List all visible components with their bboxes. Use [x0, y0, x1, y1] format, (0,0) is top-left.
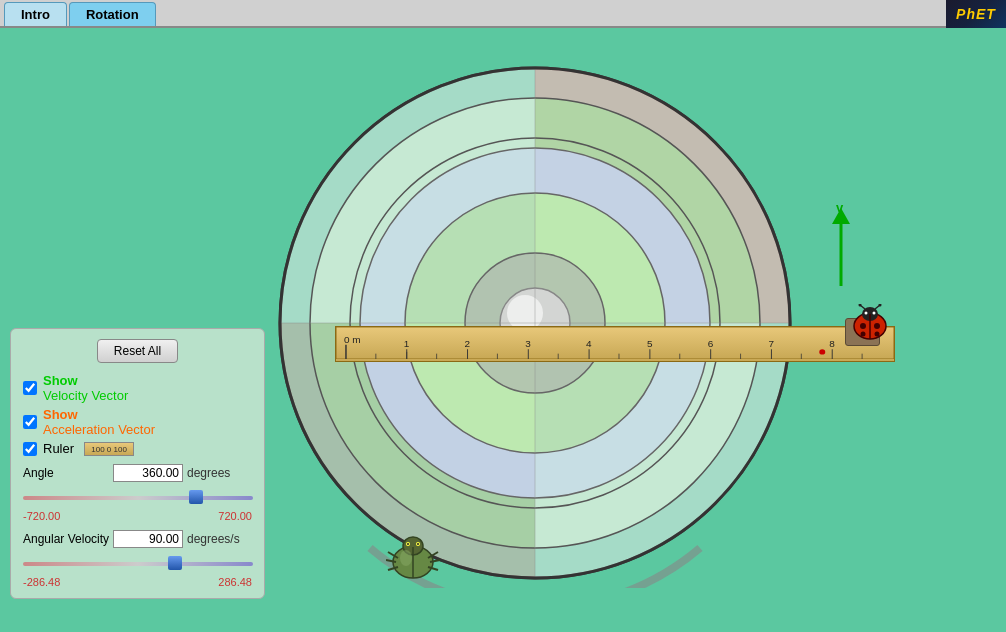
svg-point-57: [873, 312, 876, 315]
tab-rotation-label: Rotation: [86, 7, 139, 22]
sim-area: v 0 m 1 2 3 4 5 6: [0, 28, 1006, 632]
svg-text:7: 7: [768, 338, 774, 348]
velocity-label: v: [836, 200, 843, 215]
angle-max-label: 720.00: [218, 510, 252, 522]
angular-velocity-slider-thumb[interactable]: [168, 556, 182, 570]
angle-input[interactable]: 360.00: [113, 464, 183, 482]
tab-bar: Intro Rotation: [0, 0, 1006, 28]
ruler-row: Ruler 100 0 100: [23, 441, 252, 456]
ruler-icon: 100 0 100: [84, 442, 134, 456]
ruler-checkbox[interactable]: [23, 442, 37, 456]
svg-text:8: 8: [829, 338, 835, 348]
acceleration-vector-row: Show Acceleration Vector: [23, 407, 252, 437]
svg-point-75: [407, 543, 409, 545]
ladybug[interactable]: [850, 304, 890, 342]
tab-intro[interactable]: Intro: [4, 2, 67, 26]
svg-text:5: 5: [647, 338, 653, 348]
acceleration-vector-checkbox[interactable]: [23, 415, 37, 429]
angular-velocity-label: Angular Velocity: [23, 532, 113, 546]
angle-label: Angle: [23, 466, 113, 480]
velocity-vector-label: Velocity Vector: [43, 388, 128, 403]
beetle[interactable]: [386, 532, 441, 582]
angle-slider-thumb[interactable]: [189, 490, 203, 504]
svg-text:4: 4: [586, 338, 592, 348]
svg-point-52: [860, 323, 866, 329]
ruler-label: Ruler: [43, 441, 74, 456]
angle-min-label: -720.00: [23, 510, 60, 522]
control-panel: Reset All Show Velocity Vector Show Acce…: [10, 328, 265, 599]
angle-unit: degrees: [187, 466, 230, 480]
angular-velocity-slider-track: [23, 562, 253, 566]
svg-text:0 m: 0 m: [344, 335, 361, 345]
angle-row: Angle 360.00 degrees: [23, 464, 252, 482]
ruler[interactable]: 0 m 1 2 3 4 5 6 7 8: [335, 326, 895, 362]
angle-slider-container: [23, 488, 253, 508]
svg-point-77: [400, 550, 412, 566]
velocity-show-label: Show: [43, 373, 128, 388]
svg-text:6: 6: [708, 338, 714, 348]
av-min-label: -286.48: [23, 576, 60, 588]
svg-point-54: [861, 332, 866, 337]
svg-point-55: [875, 332, 880, 337]
svg-point-47: [819, 349, 825, 354]
acceleration-vector-label: Acceleration Vector: [43, 422, 155, 437]
phet-logo: PhET: [946, 0, 1006, 28]
velocity-vector-row: Show Velocity Vector: [23, 373, 252, 403]
angular-velocity-slider-container: [23, 554, 253, 574]
av-max-label: 286.48: [218, 576, 252, 588]
svg-rect-18: [336, 327, 894, 359]
angular-velocity-input[interactable]: 90.00: [113, 530, 183, 548]
angle-slider-labels: -720.00 720.00: [23, 510, 252, 522]
tab-rotation[interactable]: Rotation: [69, 2, 156, 26]
rotation-disc: [270, 58, 800, 588]
svg-text:2: 2: [465, 338, 471, 348]
svg-point-53: [874, 323, 880, 329]
angular-velocity-unit: degrees/s: [187, 532, 240, 546]
tab-intro-label: Intro: [21, 7, 50, 22]
angular-velocity-row: Angular Velocity 90.00 degrees/s: [23, 530, 252, 548]
svg-point-56: [865, 312, 868, 315]
velocity-arrow: [826, 206, 856, 296]
angle-slider-track: [23, 496, 253, 500]
av-slider-labels: -286.48 286.48: [23, 576, 252, 588]
reset-all-button[interactable]: Reset All: [97, 339, 178, 363]
acceleration-show-label: Show: [43, 407, 155, 422]
svg-point-76: [417, 543, 419, 545]
svg-text:1: 1: [404, 338, 410, 348]
svg-text:3: 3: [525, 338, 531, 348]
velocity-vector-checkbox[interactable]: [23, 381, 37, 395]
